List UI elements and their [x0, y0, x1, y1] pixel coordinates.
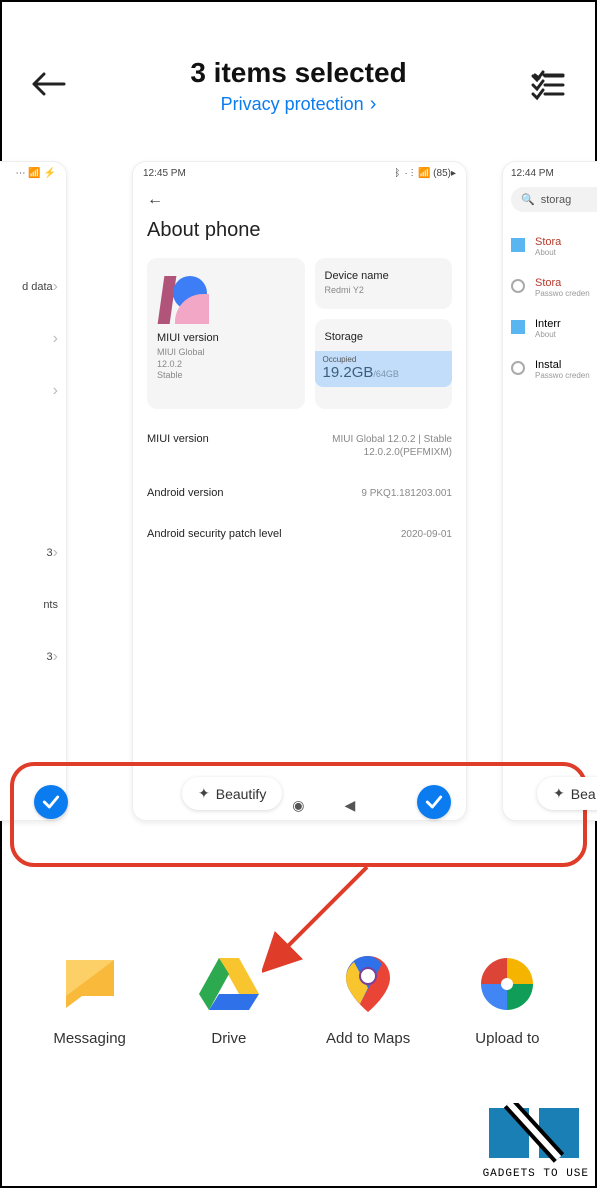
device-name-card: Device name Redmi Y2 — [315, 258, 453, 309]
storage-value: 19.2GB — [323, 364, 374, 381]
list-item-label: nts — [43, 599, 58, 611]
beautify-button[interactable]: ✦ Beautify — [182, 777, 282, 810]
watermark-logo-icon — [459, 1103, 589, 1163]
beautify-label: Bea — [571, 786, 596, 802]
watermark-text: GADGETS TO USE — [459, 1168, 589, 1180]
miui-card-label: MIUI version — [157, 332, 295, 344]
miui-version-card: MIUI version MIUI Global 12.0.2 Stable — [147, 258, 305, 409]
star-icon: ✦ — [553, 785, 565, 802]
screenshot-thumb-left[interactable]: ⋯ 📶 ⚡ d data› › › 3› nts 3› — [0, 161, 67, 821]
status-icons: ᛒ ⋅⫶ 📶 (85)▸ — [394, 168, 456, 179]
device-value: Redmi Y2 — [325, 285, 443, 297]
share-label: Upload to — [442, 1030, 572, 1048]
photos-icon — [475, 952, 539, 1016]
phone-icon — [511, 238, 525, 252]
about-phone-title: About phone — [147, 219, 452, 242]
share-target-photos[interactable]: Upload to — [442, 952, 572, 1048]
annotation-arrow — [262, 862, 382, 982]
selected-check-icon[interactable] — [34, 785, 68, 819]
beautify-label: Beautify — [216, 786, 267, 802]
occupied-label: Occupied — [323, 355, 445, 364]
search-input: 🔍 storag — [511, 187, 597, 212]
device-label: Device name — [325, 270, 443, 282]
screenshot-thumb-right[interactable]: 12:44 PM 🔍 storag StoraAbout StoraPasswo… — [502, 161, 597, 821]
settings-result: StoraPasswo creden — [503, 267, 597, 308]
miui-card-sub: MIUI Global 12.0.2 Stable — [157, 347, 295, 382]
inner-back-icon: ← — [147, 191, 452, 209]
drive-icon — [197, 952, 261, 1016]
settings-result: StoraAbout — [503, 226, 597, 267]
status-time: 12:45 PM — [143, 168, 186, 179]
search-text: storag — [541, 194, 572, 206]
select-all-button[interactable] — [515, 67, 565, 106]
share-target-messaging[interactable]: Messaging — [25, 952, 155, 1048]
annotation-highlight-box — [10, 762, 587, 867]
share-label: Add to Maps — [303, 1030, 433, 1048]
page-title: 3 items selected — [82, 57, 515, 89]
settings-result: InstalPasswo creden — [503, 349, 597, 390]
storage-label: Storage — [325, 331, 443, 343]
privacy-protection-link[interactable]: Privacy protection › — [221, 93, 377, 116]
storage-card: Storage Occupied 19.2GB/64GB — [315, 319, 453, 409]
back-button[interactable] — [32, 68, 82, 105]
fingerprint-icon — [511, 361, 525, 375]
chevron-right-icon: › — [370, 93, 377, 116]
share-label: Messaging — [25, 1030, 155, 1048]
info-row: Android version9 PKQ1.181203.001 — [147, 473, 452, 514]
privacy-label: Privacy protection — [221, 94, 364, 115]
star-icon: ✦ — [198, 785, 210, 802]
status-time: 12:44 PM — [503, 162, 597, 181]
screenshot-carousel[interactable]: ⋯ 📶 ⚡ d data› › › 3› nts 3› 12:45 PM ᛒ ⋅… — [2, 161, 595, 841]
fingerprint-icon — [511, 279, 525, 293]
info-row: Android security patch level2020-09-01 — [147, 514, 452, 555]
phone-icon — [511, 320, 525, 334]
selected-check-icon[interactable] — [417, 785, 451, 819]
beautify-button[interactable]: ✦ Bea — [537, 777, 597, 810]
miui-logo-icon — [157, 270, 213, 326]
storage-total: /64GB — [373, 369, 399, 379]
info-row: MIUI versionMIUI Global 12.0.2 | Stable … — [147, 419, 452, 473]
list-item-label: d data — [22, 281, 53, 293]
settings-result: InterrAbout — [503, 308, 597, 349]
messaging-icon — [58, 952, 122, 1016]
share-label: Drive — [164, 1030, 294, 1048]
search-icon: 🔍 — [521, 193, 535, 206]
screenshot-thumb-center[interactable]: 12:45 PM ᛒ ⋅⫶ 📶 (85)▸ ← About phone MIUI… — [132, 161, 467, 821]
watermark: GADGETS TO USE — [459, 1103, 589, 1180]
